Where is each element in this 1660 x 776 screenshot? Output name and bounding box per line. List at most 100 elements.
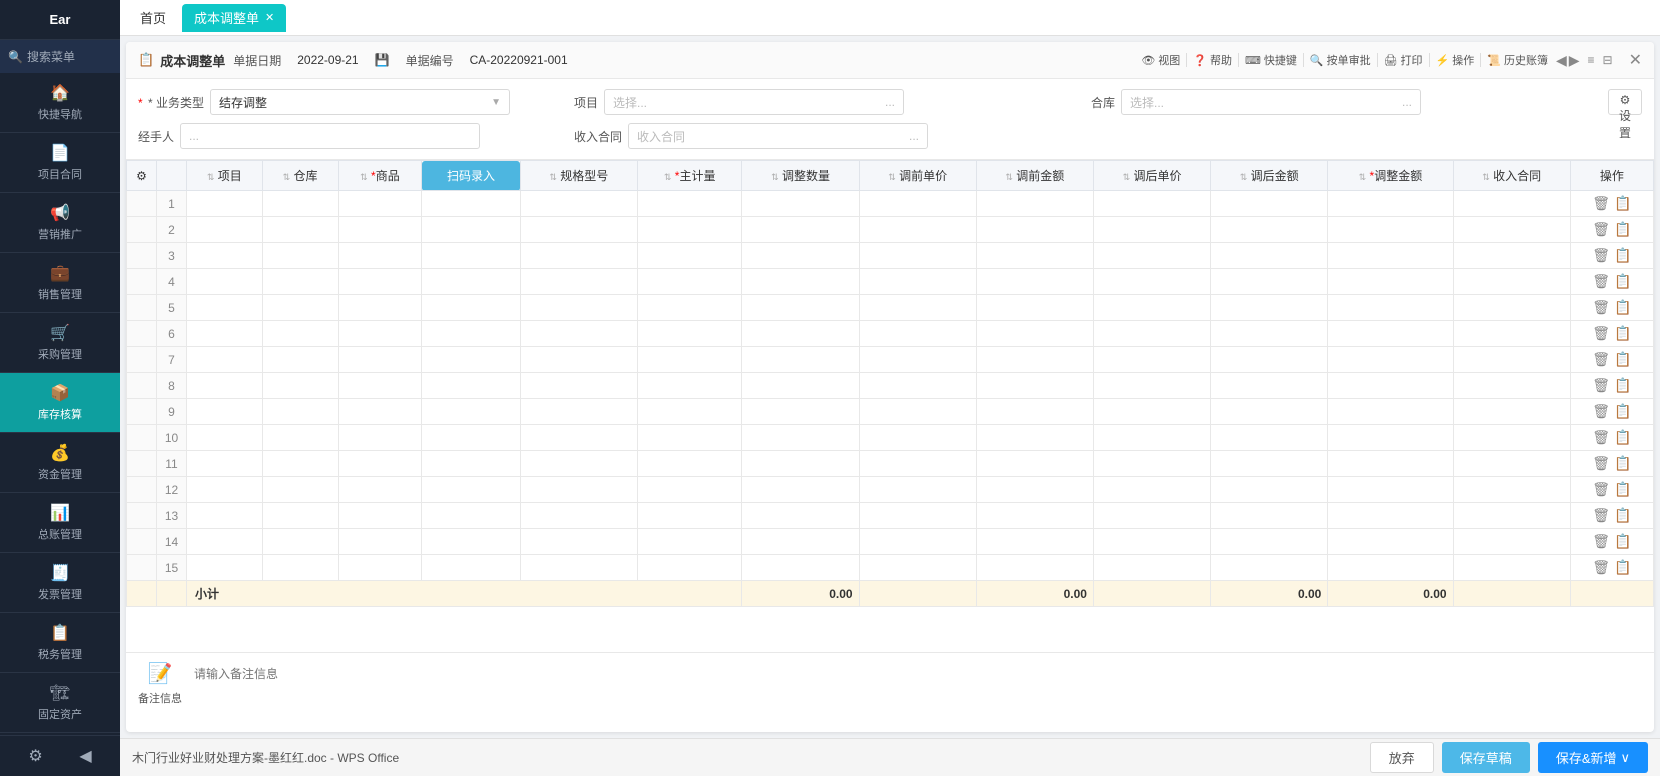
col-warehouse[interactable]: ⇅ 仓库 [262,161,338,191]
cell-product-9[interactable] [338,399,422,425]
row-delete-1[interactable]: 🗑 [1592,195,1610,212]
cell-scan-4[interactable] [422,269,520,295]
cell-adj_amt-15[interactable] [1328,555,1453,581]
row-copy-14[interactable]: 📋 [1614,533,1631,550]
cell-income_contract-8[interactable] [1453,373,1570,399]
cell-spec-13[interactable] [520,503,637,529]
cell-before_price-15[interactable] [859,555,976,581]
cell-after_price-14[interactable] [1093,529,1210,555]
cell-unit-5[interactable] [637,295,742,321]
cell-after_amt-1[interactable] [1211,191,1328,217]
cell-product-11[interactable] [338,451,422,477]
cell-after_amt-12[interactable] [1211,477,1328,503]
cell-product-10[interactable] [338,425,422,451]
row-delete-14[interactable]: 🗑 [1592,533,1610,550]
cell-income_contract-15[interactable] [1453,555,1570,581]
cell-before_price-8[interactable] [859,373,976,399]
cell-before_amt-2[interactable] [976,217,1093,243]
cell-adj_qty-12[interactable] [742,477,859,503]
save-icon[interactable]: 💾 [375,53,390,67]
row-copy-6[interactable]: 📋 [1614,325,1631,342]
cell-income_contract-9[interactable] [1453,399,1570,425]
cell-project-10[interactable] [187,425,263,451]
cell-before_price-13[interactable] [859,503,976,529]
save-new-button[interactable]: 保存&新增 ∨ [1538,742,1648,773]
cell-before_amt-6[interactable] [976,321,1093,347]
cell-warehouse-10[interactable] [262,425,338,451]
sidebar-item-assets[interactable]: 🏗 固定资产 [0,673,120,733]
cell-project-1[interactable] [187,191,263,217]
cell-warehouse-11[interactable] [262,451,338,477]
col-settings[interactable]: ⚙ [127,161,157,191]
cell-after_price-13[interactable] [1093,503,1210,529]
cell-after_amt-10[interactable] [1211,425,1328,451]
cell-scan-3[interactable] [422,243,520,269]
cell-project-4[interactable] [187,269,263,295]
cell-warehouse-13[interactable] [262,503,338,529]
cell-adj_amt-5[interactable] [1328,295,1453,321]
col-after-amt[interactable]: ⇅ 调后金额 [1211,161,1328,191]
cell-project-15[interactable] [187,555,263,581]
notes-input[interactable] [190,661,1642,724]
row-copy-8[interactable]: 📋 [1614,377,1631,394]
col-product[interactable]: ⇅ *商品 [338,161,422,191]
cell-product-12[interactable] [338,477,422,503]
cell-adj_amt-11[interactable] [1328,451,1453,477]
cell-unit-6[interactable] [637,321,742,347]
cell-project-12[interactable] [187,477,263,503]
footer-taskbar[interactable]: 木门行业好业财处理方案-墨红红.doc - WPS Office [132,749,399,766]
cell-after_amt-13[interactable] [1211,503,1328,529]
cell-income_contract-12[interactable] [1453,477,1570,503]
col-spec[interactable]: ⇅ 规格型号 [520,161,637,191]
cell-after_amt-9[interactable] [1211,399,1328,425]
cell-scan-2[interactable] [422,217,520,243]
row-copy-1[interactable]: 📋 [1614,195,1631,212]
cell-project-6[interactable] [187,321,263,347]
cell-scan-15[interactable] [422,555,520,581]
row-delete-4[interactable]: 🗑 [1592,273,1610,290]
cell-after_amt-5[interactable] [1211,295,1328,321]
cell-product-5[interactable] [338,295,422,321]
cell-scan-8[interactable] [422,373,520,399]
sidebar-item-finance[interactable]: 💰 资金管理 [0,433,120,493]
cell-scan-6[interactable] [422,321,520,347]
cell-income_contract-14[interactable] [1453,529,1570,555]
cell-after_price-9[interactable] [1093,399,1210,425]
cell-before_price-5[interactable] [859,295,976,321]
cell-income_contract-10[interactable] [1453,425,1570,451]
cell-adj_qty-1[interactable] [742,191,859,217]
sidebar-item-quick-nav[interactable]: 🏠 快捷导航 [0,73,120,133]
row-delete-13[interactable]: 🗑 [1592,507,1610,524]
income-contract-input[interactable]: 收入合同 ... [628,123,928,149]
cell-after_amt-8[interactable] [1211,373,1328,399]
sidebar-item-purchase-mgmt[interactable]: 🛒 采购管理 [0,313,120,373]
row-delete-3[interactable]: 🗑 [1592,247,1610,264]
cell-scan-10[interactable] [422,425,520,451]
cell-warehouse-8[interactable] [262,373,338,399]
cell-spec-12[interactable] [520,477,637,503]
cell-product-2[interactable] [338,217,422,243]
cell-income_contract-4[interactable] [1453,269,1570,295]
cell-before_price-1[interactable] [859,191,976,217]
cell-before_price-4[interactable] [859,269,976,295]
cell-adj_amt-13[interactable] [1328,503,1453,529]
cell-unit-10[interactable] [637,425,742,451]
cell-product-1[interactable] [338,191,422,217]
row-delete-2[interactable]: 🗑 [1592,221,1610,238]
cell-spec-10[interactable] [520,425,637,451]
cell-spec-1[interactable] [520,191,637,217]
cell-unit-12[interactable] [637,477,742,503]
warehouse-input[interactable]: 选择... ... [1121,89,1421,115]
row-copy-13[interactable]: 📋 [1614,507,1631,524]
cell-unit-7[interactable] [637,347,742,373]
cell-before_amt-14[interactable] [976,529,1093,555]
cell-after_price-4[interactable] [1093,269,1210,295]
cell-income_contract-5[interactable] [1453,295,1570,321]
cell-adj_qty-4[interactable] [742,269,859,295]
cell-after_amt-6[interactable] [1211,321,1328,347]
col-before-price[interactable]: ⇅ 调前单价 [859,161,976,191]
cell-unit-11[interactable] [637,451,742,477]
cell-warehouse-4[interactable] [262,269,338,295]
cell-income_contract-6[interactable] [1453,321,1570,347]
cell-after_price-10[interactable] [1093,425,1210,451]
